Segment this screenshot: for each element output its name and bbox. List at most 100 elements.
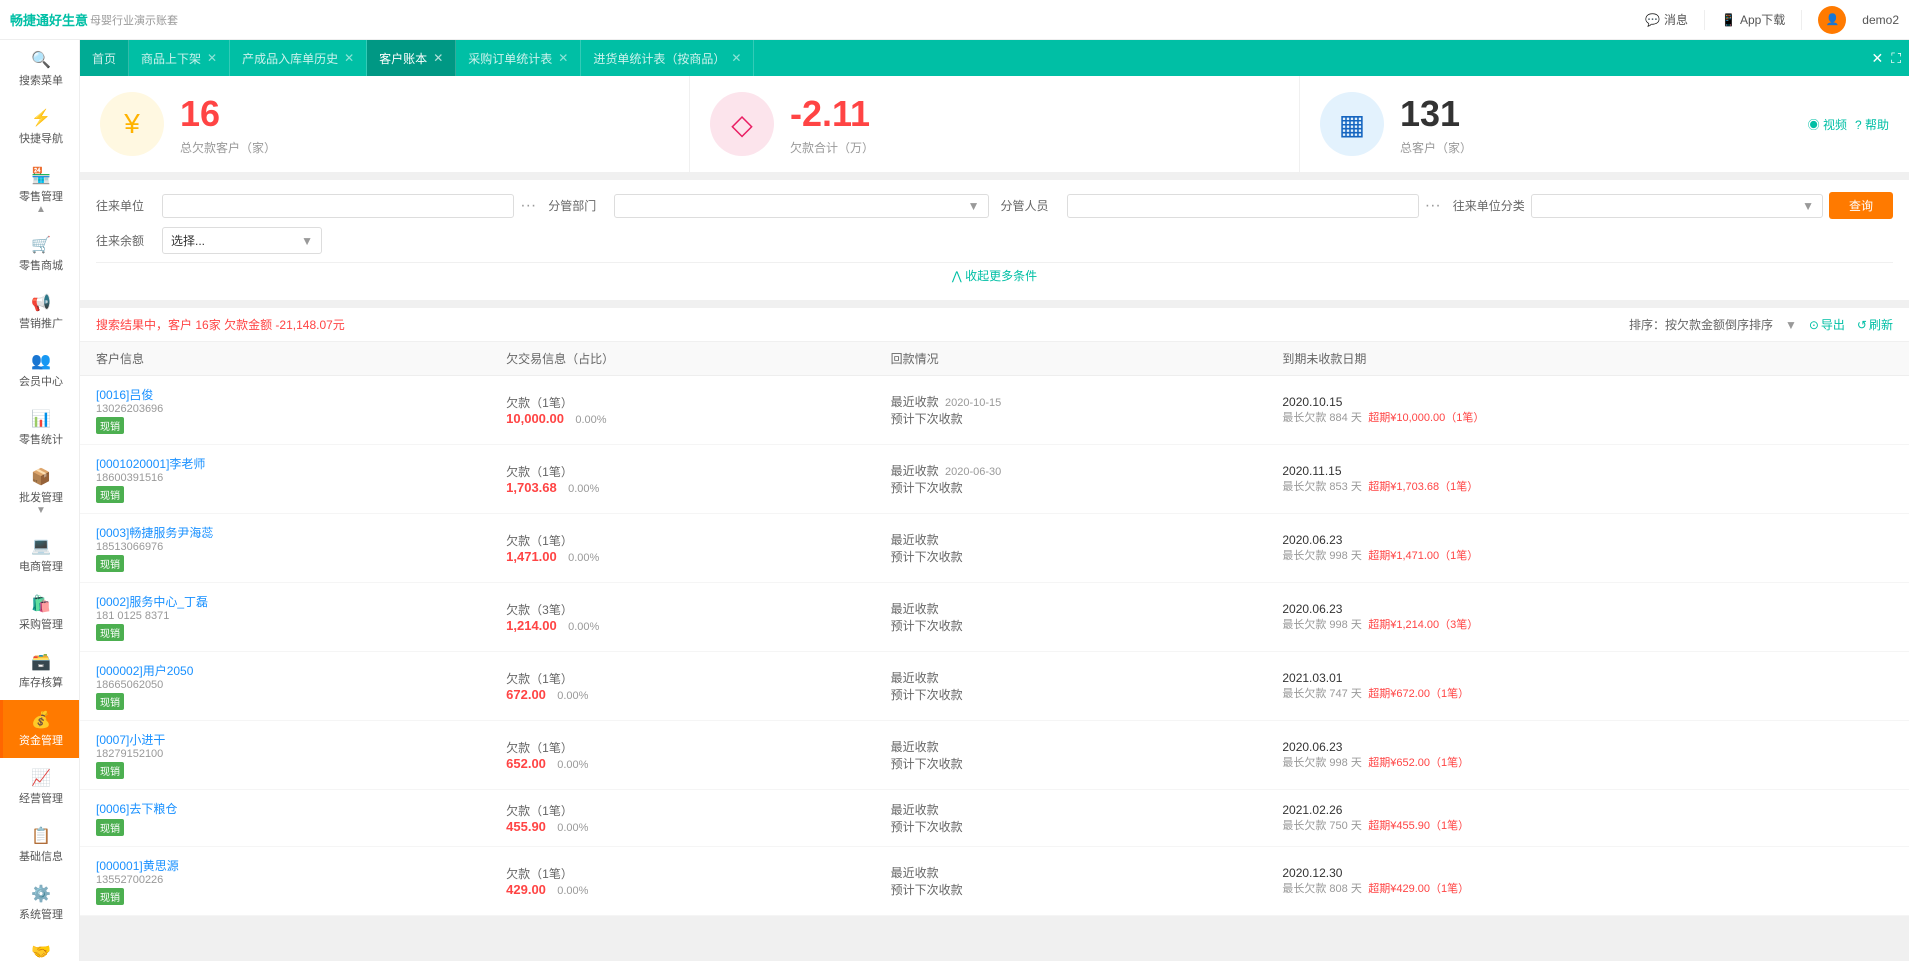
sidebar-item-finance[interactable]: 💰 资金管理 bbox=[0, 700, 79, 758]
message-icon: 💬 bbox=[1645, 13, 1660, 27]
sidebar-item-retail-stats[interactable]: 📊 零售统计 bbox=[0, 399, 79, 457]
app-label: App下载 bbox=[1740, 11, 1785, 28]
sidebar-item-quick-nav[interactable]: ⚡ 快捷导航 bbox=[0, 98, 79, 156]
overdue-label-7[interactable]: 超期¥429.00（1笔） bbox=[1368, 883, 1469, 895]
customer-name-6[interactable]: [0006]去下粮仓 bbox=[96, 800, 474, 817]
due-date-0: 2020.10.15 bbox=[1282, 395, 1893, 409]
tab-purchase-order[interactable]: 采购订单统计表 ✕ bbox=[456, 40, 581, 76]
customer-name-2[interactable]: [0003]畅捷服务尹海蕊 bbox=[96, 524, 474, 541]
supplier-input[interactable] bbox=[162, 194, 514, 218]
overdue-label-0[interactable]: 超期¥10,000.00（1笔） bbox=[1368, 412, 1484, 424]
tab-maximize[interactable]: ⛶ bbox=[1891, 50, 1901, 67]
tab-product-listing[interactable]: 商品上下架 ✕ bbox=[129, 40, 230, 76]
debt-amount-4[interactable]: 672.00 bbox=[506, 687, 546, 702]
tab-home[interactable]: 首页 bbox=[80, 40, 129, 76]
summary-card-debt-customers: ¥ 16 总欠款客户（家） bbox=[80, 76, 690, 172]
customer-name-4[interactable]: [000002]用户2050 bbox=[96, 662, 474, 679]
tab-close-all[interactable]: ✕ bbox=[1871, 50, 1883, 67]
quick-nav-label: 快捷导航 bbox=[7, 130, 75, 146]
debt-percent-1: 0.00% bbox=[568, 483, 599, 495]
return-last-4: 最近收款 bbox=[891, 669, 1251, 686]
refresh-button[interactable]: ↺ 刷新 bbox=[1857, 316, 1893, 333]
sidebar-item-inventory[interactable]: 🗃️ 库存核算 bbox=[0, 642, 79, 700]
customer-name-0[interactable]: [0016]吕俊 bbox=[96, 386, 474, 403]
overdue-label-5[interactable]: 超期¥652.00（1笔） bbox=[1368, 757, 1469, 769]
return-last-0: 最近收款 2020-10-15 bbox=[891, 393, 1251, 410]
cell-debt-3: 欠款（3笔） 1,214.00 0.00% bbox=[490, 583, 874, 652]
category-select[interactable]: ▼ bbox=[1531, 194, 1823, 218]
customer-phone-4: 18665062050 bbox=[96, 679, 474, 691]
supplier-dots[interactable]: ··· bbox=[520, 197, 536, 215]
tab-product-history-close[interactable]: ✕ bbox=[344, 51, 354, 65]
debt-amount-0[interactable]: 10,000.00 bbox=[506, 411, 564, 426]
sidebar-item-marketing[interactable]: 📢 营销推广 bbox=[0, 283, 79, 341]
overdue-days-2: 最长欠款 998 天 bbox=[1282, 550, 1365, 562]
sidebar-item-purchase[interactable]: 🛍️ 采购管理 bbox=[0, 584, 79, 642]
cell-return-7: 最近收款 预计下次收款 bbox=[875, 847, 1267, 916]
tab-customer-account-close[interactable]: ✕ bbox=[433, 51, 443, 65]
tab-product-history[interactable]: 产成品入库单历史 ✕ bbox=[230, 40, 367, 76]
cell-due-2: 2020.06.23 最长欠款 998 天 超期¥1,471.00（1笔） bbox=[1266, 514, 1909, 583]
member-label: 会员中心 bbox=[7, 373, 75, 389]
debt-amount-1[interactable]: 1,703.68 bbox=[506, 480, 557, 495]
sidebar-item-system[interactable]: ⚙️ 系统管理 bbox=[0, 874, 79, 932]
query-button[interactable]: 查询 bbox=[1829, 192, 1893, 219]
summary-card-debt-total: ◇ -2.11 欠款合计（万） bbox=[690, 76, 1300, 172]
balance-select[interactable]: 选择... ▼ bbox=[162, 227, 322, 254]
sidebar-item-operations[interactable]: 📈 经营管理 bbox=[0, 758, 79, 816]
help-link[interactable]: ? 帮助 bbox=[1855, 116, 1889, 133]
sidebar-item-ecommerce[interactable]: 💻 电商管理 bbox=[0, 526, 79, 584]
sidebar-item-retail-mgmt[interactable]: 🏪 零售管理 ▲ bbox=[0, 156, 79, 225]
overdue-label-2[interactable]: 超期¥1,471.00（1笔） bbox=[1368, 550, 1478, 562]
cell-return-2: 最近收款 预计下次收款 bbox=[875, 514, 1267, 583]
tab-purchase-order-close[interactable]: ✕ bbox=[558, 51, 568, 65]
customer-name-5[interactable]: [0007]小进干 bbox=[96, 731, 474, 748]
sidebar-item-batch-mgmt[interactable]: 📦 批发管理 ▼ bbox=[0, 457, 79, 526]
customer-name-1[interactable]: [0001020001]李老师 bbox=[96, 455, 474, 472]
return-next-5: 预计下次收款 bbox=[891, 755, 1251, 772]
collapse-button[interactable]: ⋀ 收起更多条件 bbox=[96, 262, 1893, 288]
cell-customer-0: [0016]吕俊 13026203696 现销 bbox=[80, 376, 490, 445]
username-label[interactable]: demo2 bbox=[1862, 13, 1899, 27]
sort-label[interactable]: 排序：按欠款金额倒序排序 bbox=[1629, 316, 1773, 333]
sidebar-item-base-info[interactable]: 📋 基础信息 bbox=[0, 816, 79, 874]
debt-amount-5[interactable]: 652.00 bbox=[506, 756, 546, 771]
customer-name-3[interactable]: [0002]服务中心_丁磊 bbox=[96, 593, 474, 610]
sidebar-item-enterprise[interactable]: 🤝 企业协同 bbox=[0, 932, 79, 961]
debt-prefix: 欠款金额 bbox=[224, 318, 272, 332]
tab-inventory-stats-close[interactable]: ✕ bbox=[731, 51, 741, 65]
avatar[interactable]: 👤 bbox=[1818, 6, 1846, 34]
sidebar-item-search-menu[interactable]: 🔍 搜索菜单 bbox=[0, 40, 79, 98]
finance-icon: 💰 bbox=[7, 710, 75, 730]
tab-inventory-stats[interactable]: 进货单统计表（按商品） ✕ bbox=[581, 40, 754, 76]
video-link[interactable]: ◉ 视频 bbox=[1808, 116, 1847, 133]
sidebar-item-member[interactable]: 👥 会员中心 bbox=[0, 341, 79, 399]
cell-due-0: 2020.10.15 最长欠款 884 天 超期¥10,000.00（1笔） bbox=[1266, 376, 1909, 445]
content-area: 首页 商品上下架 ✕ 产成品入库单历史 ✕ 客户账本 ✕ 采购订单统计表 ✕ bbox=[80, 40, 1909, 961]
tab-product-listing-close[interactable]: ✕ bbox=[207, 51, 217, 65]
overdue-label-1[interactable]: 超期¥1,703.68（1笔） bbox=[1368, 481, 1478, 493]
export-button[interactable]: ⊙ 导出 bbox=[1809, 316, 1845, 333]
tab-customer-account[interactable]: 客户账本 ✕ bbox=[367, 40, 456, 76]
retail-mgmt-arrow: ▲ bbox=[36, 204, 46, 215]
app-download-button[interactable]: 📱 App下载 bbox=[1721, 11, 1785, 28]
cell-debt-1: 欠款（1笔） 1,703.68 0.00% bbox=[490, 445, 874, 514]
person-input[interactable] bbox=[1067, 194, 1419, 218]
filter-dept: 分管部门 ▼ bbox=[548, 194, 988, 218]
person-dots[interactable]: ··· bbox=[1425, 197, 1441, 215]
sidebar-item-retail-mall[interactable]: 🛒 零售商城 bbox=[0, 225, 79, 283]
return-last-1: 最近收款 2020-06-30 bbox=[891, 462, 1251, 479]
debt-amount-7[interactable]: 429.00 bbox=[506, 882, 546, 897]
customer-name-7[interactable]: [000001]黄思源 bbox=[96, 857, 474, 874]
overdue-label-6[interactable]: 超期¥455.90（1笔） bbox=[1368, 820, 1469, 832]
debt-amount-2[interactable]: 1,471.00 bbox=[506, 549, 557, 564]
main-layout: 🔍 搜索菜单 ⚡ 快捷导航 🏪 零售管理 ▲ 🛒 零售商城 📢 营销推广 � bbox=[0, 40, 1909, 961]
debt-amount-6[interactable]: 455.90 bbox=[506, 819, 546, 834]
dept-select[interactable]: ▼ bbox=[614, 194, 988, 218]
debt-amount-3[interactable]: 1,214.00 bbox=[506, 618, 557, 633]
overdue-label-4[interactable]: 超期¥672.00（1笔） bbox=[1368, 688, 1469, 700]
overdue-label-3[interactable]: 超期¥1,214.00（3笔） bbox=[1368, 619, 1478, 631]
message-button[interactable]: 💬 消息 bbox=[1645, 11, 1688, 28]
return-next-4: 预计下次收款 bbox=[891, 686, 1251, 703]
due-date-7: 2020.12.30 bbox=[1282, 866, 1893, 880]
